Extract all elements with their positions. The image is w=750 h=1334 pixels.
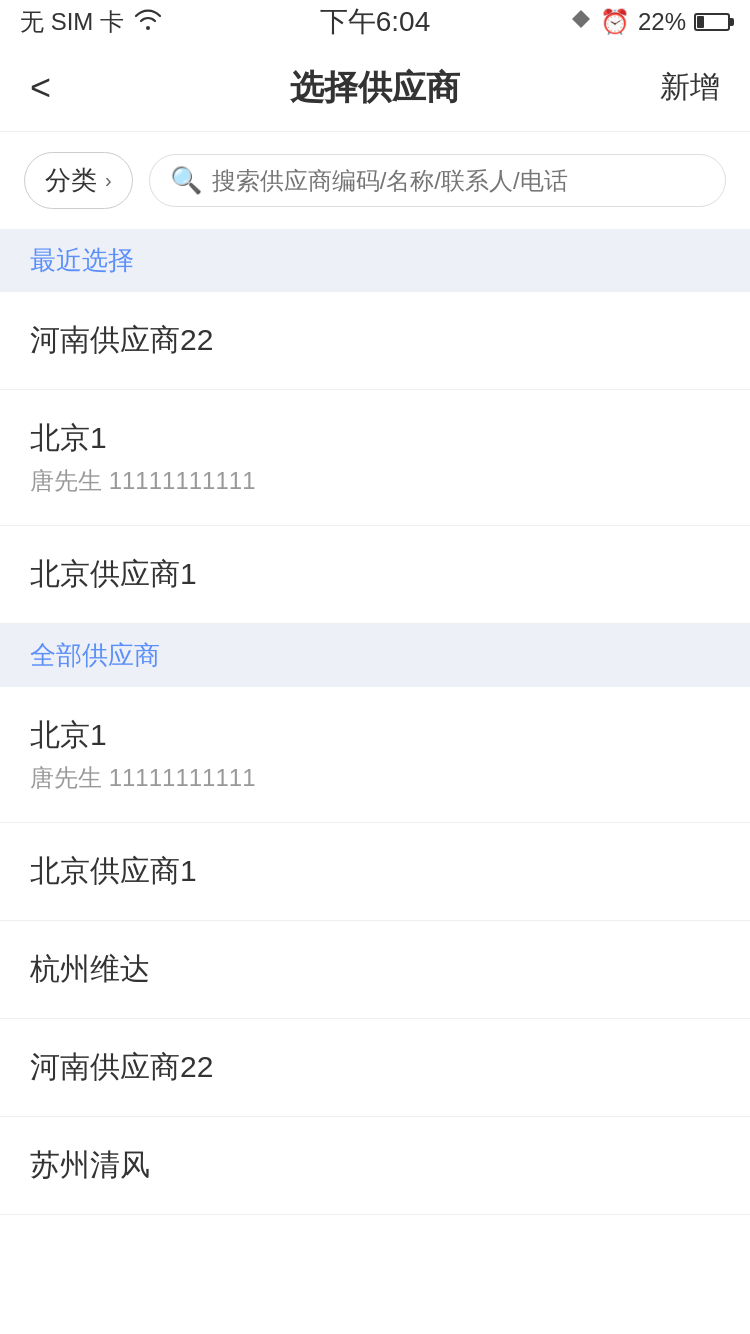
all-list-item[interactable]: 河南供应商22 [0, 1019, 750, 1117]
location-icon [570, 8, 592, 36]
nav-bar: < 选择供应商 新增 [0, 44, 750, 132]
chevron-right-icon: › [105, 169, 112, 192]
battery-icon [694, 13, 730, 31]
recent-list-item[interactable]: 北京1 唐先生 11111111111 [0, 390, 750, 526]
search-input[interactable] [212, 167, 705, 195]
item-name: 北京供应商1 [30, 554, 720, 595]
item-name: 北京供应商1 [30, 851, 720, 892]
all-section-header: 全部供应商 [0, 624, 750, 687]
filter-bar: 分类 › 🔍 [0, 132, 750, 229]
search-bar: 🔍 [149, 154, 726, 207]
all-list-item[interactable]: 北京1 唐先生 11111111111 [0, 687, 750, 823]
item-sub: 唐先生 11111111111 [30, 762, 720, 794]
category-label: 分类 [45, 163, 97, 198]
recent-list-item[interactable]: 北京供应商1 [0, 526, 750, 624]
all-list-item[interactable]: 苏州清风 [0, 1117, 750, 1215]
status-bar: 无 SIM 卡 下午6:04 ⏰ 22% [0, 0, 750, 44]
item-name: 杭州维达 [30, 949, 720, 990]
item-name: 河南供应商22 [30, 1047, 720, 1088]
all-list-item[interactable]: 杭州维达 [0, 921, 750, 1019]
sim-label: 无 SIM 卡 [20, 6, 124, 38]
page-title: 选择供应商 [290, 65, 460, 111]
recent-section-header: 最近选择 [0, 229, 750, 292]
category-button[interactable]: 分类 › [24, 152, 133, 209]
back-button[interactable]: < [30, 67, 90, 109]
status-time: 下午6:04 [320, 3, 431, 41]
battery-label: 22% [638, 8, 686, 36]
item-name: 河南供应商22 [30, 320, 720, 361]
recent-section-label: 最近选择 [30, 245, 134, 275]
all-section-label: 全部供应商 [30, 640, 160, 670]
alarm-icon: ⏰ [600, 8, 630, 36]
status-left: 无 SIM 卡 [20, 6, 162, 38]
all-list-item[interactable]: 北京供应商1 [0, 823, 750, 921]
item-sub: 唐先生 11111111111 [30, 465, 720, 497]
recent-items-list: 河南供应商22 北京1 唐先生 11111111111 北京供应商1 [0, 292, 750, 624]
item-name: 北京1 [30, 715, 720, 756]
search-icon: 🔍 [170, 165, 202, 196]
add-button[interactable]: 新增 [660, 67, 720, 108]
item-name: 苏州清风 [30, 1145, 720, 1186]
recent-list-item[interactable]: 河南供应商22 [0, 292, 750, 390]
item-name: 北京1 [30, 418, 720, 459]
wifi-icon [134, 8, 162, 36]
all-items-list: 北京1 唐先生 11111111111 北京供应商1 杭州维达河南供应商22 苏州清风 [0, 687, 750, 1215]
status-right: ⏰ 22% [570, 8, 730, 36]
